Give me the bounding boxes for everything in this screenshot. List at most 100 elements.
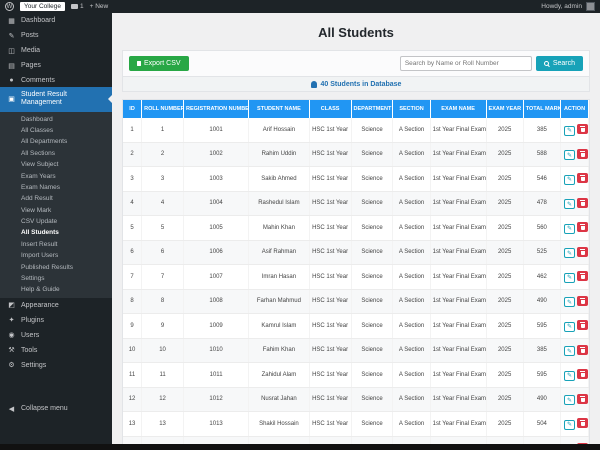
cell-section: A Section bbox=[392, 387, 431, 412]
edit-button[interactable]: ✎ bbox=[564, 223, 575, 234]
cell-roll: 12 bbox=[141, 387, 184, 412]
cell-id: 5 bbox=[123, 215, 143, 241]
sidebar-item-pages[interactable]: ▤ Pages bbox=[0, 58, 112, 73]
sidebar-item-student-result-management[interactable]: ▣ Student Result Management bbox=[0, 87, 112, 112]
delete-button[interactable] bbox=[577, 369, 588, 379]
cell-total: 490 bbox=[523, 289, 562, 314]
edit-button[interactable]: ✎ bbox=[564, 174, 575, 185]
search-input[interactable] bbox=[399, 56, 532, 71]
cell-roll: 11 bbox=[141, 362, 184, 388]
cell-total: 478 bbox=[523, 191, 562, 216]
cell-class: HSC 1st Year bbox=[309, 215, 352, 241]
cell-class: HSC 1st Year bbox=[309, 387, 352, 412]
sidebar-menu: ▦ Dashboard ✎ Posts ◫ Media ▤ Pages ● Comments ▣ St… bbox=[0, 13, 112, 450]
trash-icon bbox=[580, 322, 585, 328]
delete-button[interactable] bbox=[577, 295, 588, 306]
table-row: 5 5 1005 Mahin Khan HSC 1st Year Science A Sec… bbox=[123, 215, 589, 241]
cell-exam: 1st Year Final Exam bbox=[430, 338, 487, 363]
sidebar-item-settings[interactable]: ⚙ Settings bbox=[0, 358, 112, 373]
sidebar-subitem-settings[interactable]: Settings bbox=[0, 273, 112, 284]
edit-button[interactable]: ✎ bbox=[564, 370, 575, 381]
cell-id: 11 bbox=[123, 362, 143, 388]
delete-button[interactable] bbox=[577, 344, 588, 355]
sidebar-item-media[interactable]: ◫ Media bbox=[0, 43, 112, 58]
sidebar-item-collapse-menu[interactable]: ◀ Collapse menu bbox=[0, 401, 112, 416]
sidebar-item-appearance[interactable]: ◩ Appearance bbox=[0, 298, 112, 313]
sidebar-subitem-published-results[interactable]: Published Results bbox=[0, 261, 112, 272]
edit-button[interactable]: ✎ bbox=[564, 297, 575, 307]
table-row: 6 6 1006 Asif Rahman HSC 1st Year Science A Se… bbox=[123, 240, 589, 265]
sidebar-item-comments[interactable]: ● Comments bbox=[0, 73, 112, 87]
howdy-admin[interactable]: Howdy, admin bbox=[541, 3, 582, 10]
sidebar-subitem-import-users[interactable]: Import Users bbox=[0, 250, 112, 261]
sidebar-subitem-csv-update[interactable]: CSV Update bbox=[0, 216, 112, 227]
sidebar-item-users[interactable]: ◉ Users bbox=[0, 328, 112, 343]
delete-button[interactable] bbox=[577, 124, 588, 134]
column-header: ROLL NUMBER bbox=[141, 100, 184, 118]
cell-class: HSC 1st Year bbox=[309, 142, 352, 167]
sidebar-subitem-all-classes[interactable]: All Classes bbox=[0, 125, 112, 136]
table-row: 7 7 1007 Imran Hasan HSC 1st Year Science A Se… bbox=[123, 264, 589, 290]
edit-button[interactable]: ✎ bbox=[564, 199, 575, 209]
cell-total: 595 bbox=[523, 313, 562, 339]
cell-department: Science bbox=[351, 289, 394, 314]
sidebar-item-plugins[interactable]: ✦ Plugins bbox=[0, 313, 112, 328]
delete-button[interactable] bbox=[577, 148, 588, 159]
cell-reg: 1005 bbox=[183, 215, 250, 241]
search-button[interactable]: Search bbox=[535, 56, 583, 71]
dashboard-icon: ▦ bbox=[8, 17, 15, 25]
edit-button[interactable]: ✎ bbox=[564, 272, 575, 283]
cell-name: Nusrat Jahan bbox=[248, 387, 310, 412]
edit-button[interactable]: ✎ bbox=[564, 419, 575, 430]
delete-button[interactable] bbox=[577, 222, 588, 232]
sidebar-subitem-insert-result[interactable]: Insert Result bbox=[0, 239, 112, 250]
cell-class: HSC 1st Year bbox=[309, 338, 352, 363]
sidebar-subitem-help-guide[interactable]: Help & Guide bbox=[0, 284, 112, 295]
sidebar-item-dashboard[interactable]: ▦ Dashboard bbox=[0, 13, 112, 28]
wordpress-logo-icon[interactable]: W bbox=[5, 2, 14, 11]
sidebar-item-posts[interactable]: ✎ Posts bbox=[0, 28, 112, 43]
export-csv-button[interactable]: Export CSV bbox=[129, 56, 189, 71]
cell-section: A Section bbox=[392, 240, 431, 265]
sidebar-subitem-exam-names[interactable]: Exam Names bbox=[0, 182, 112, 193]
sidebar-subitem-exam-years[interactable]: Exam Years bbox=[0, 170, 112, 181]
cell-action: ✎ bbox=[560, 240, 589, 265]
site-name[interactable]: Your College bbox=[20, 2, 65, 11]
cell-total: 595 bbox=[523, 362, 562, 388]
edit-button[interactable]: ✎ bbox=[564, 125, 575, 136]
delete-button[interactable] bbox=[577, 173, 588, 183]
column-header: EXAM NAME bbox=[430, 100, 487, 118]
sidebar-subitem-dashboard[interactable]: Dashboard bbox=[0, 114, 112, 125]
sidebar-item-tools[interactable]: ⚒ Tools bbox=[0, 343, 112, 358]
cell-department: Science bbox=[351, 118, 394, 143]
avatar[interactable] bbox=[586, 2, 595, 11]
delete-button[interactable] bbox=[577, 197, 588, 208]
new-button[interactable]: + New bbox=[90, 3, 109, 10]
delete-button[interactable] bbox=[577, 246, 588, 257]
trash-icon bbox=[580, 175, 585, 181]
cell-year: 2025 bbox=[486, 191, 524, 216]
cell-year: 2025 bbox=[486, 118, 524, 143]
pencil-icon: ✎ bbox=[566, 373, 573, 379]
edit-button[interactable]: ✎ bbox=[564, 248, 575, 258]
delete-button[interactable] bbox=[577, 393, 588, 404]
delete-button[interactable] bbox=[577, 320, 588, 330]
edit-button[interactable]: ✎ bbox=[564, 395, 575, 405]
sidebar-subitem-all-sections[interactable]: All Sections bbox=[0, 148, 112, 159]
sidebar-subitem-all-departments[interactable]: All Departments bbox=[0, 136, 112, 147]
edit-button[interactable]: ✎ bbox=[564, 150, 575, 160]
sidebar-subitem-view-mark[interactable]: View Mark bbox=[0, 205, 112, 216]
cell-year: 2025 bbox=[486, 313, 524, 339]
edit-button[interactable]: ✎ bbox=[564, 346, 575, 356]
sidebar-subitem-all-students[interactable]: All Students bbox=[0, 227, 112, 238]
cell-roll: 1 bbox=[141, 118, 184, 143]
delete-button[interactable] bbox=[577, 271, 588, 281]
pencil-icon: ✎ bbox=[566, 226, 573, 232]
cell-id: 12 bbox=[123, 387, 143, 412]
comments-badge[interactable]: 1 bbox=[70, 3, 84, 10]
edit-button[interactable]: ✎ bbox=[564, 321, 575, 332]
sidebar-subitem-add-result[interactable]: Add Result bbox=[0, 193, 112, 204]
delete-button[interactable] bbox=[577, 418, 588, 428]
cell-class: HSC 1st Year bbox=[309, 118, 352, 143]
sidebar-subitem-view-subject[interactable]: View Subject bbox=[0, 159, 112, 170]
